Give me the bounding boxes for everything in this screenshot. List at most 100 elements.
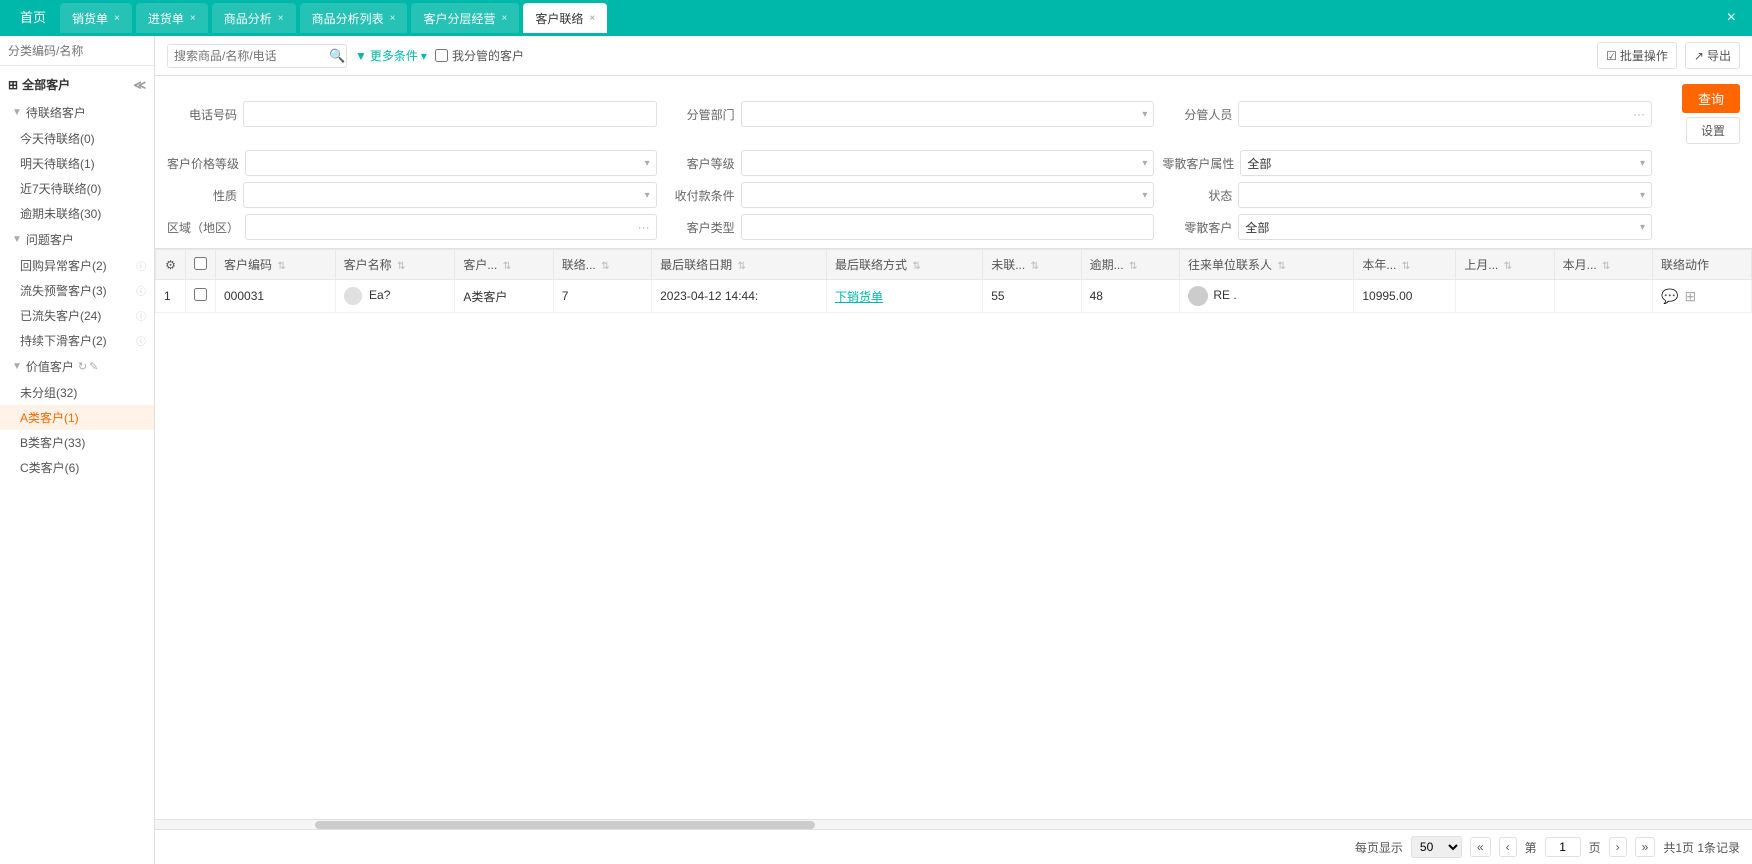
filter-select-manager[interactable]: ··· (1238, 101, 1652, 127)
info-icon: ⓘ (136, 283, 146, 298)
chevron-down-icon: ▾ (1640, 222, 1645, 233)
col-overdue: 逾期... ⇅ (1081, 250, 1179, 280)
sidebar-item-overdue[interactable]: 逾期未联络(30) (0, 201, 154, 226)
sort-icon[interactable]: ⇅ (277, 261, 285, 272)
filter-select-dept[interactable]: ▾ (741, 101, 1155, 127)
nav-tab-purchase[interactable]: 进货单 × (136, 3, 208, 33)
sort-icon[interactable]: ⇅ (912, 261, 920, 272)
table-container: ⚙ 客户编码 ⇅ 客户名称 ⇅ 客户... ⇅ (155, 249, 1752, 819)
filter-label-region: 区域（地区） (167, 219, 239, 236)
export-icon: ↗ (1694, 49, 1704, 63)
last-contact-link[interactable]: 下销货单 (835, 290, 883, 304)
nav-tab-customer-segment[interactable]: 客户分层经营 × (411, 3, 519, 33)
sidebar-item-today[interactable]: 今天待联络(0) (0, 126, 154, 151)
search-icon[interactable]: 🔍 (329, 48, 345, 64)
sidebar-item-class-c[interactable]: C类客户(6) (0, 455, 154, 480)
filter-manager: 分管人员 ··· (1162, 101, 1652, 127)
row-last-contact-method[interactable]: 下销货单 (827, 280, 983, 313)
sort-icon[interactable]: ⇅ (1031, 261, 1039, 272)
row-contact-num: 7 (553, 280, 651, 313)
refresh-icon[interactable]: ↻ (78, 360, 87, 373)
sort-icon[interactable]: ⇅ (397, 261, 405, 272)
select-all-checkbox[interactable] (194, 257, 207, 270)
filter-select-region[interactable]: ··· (245, 214, 657, 240)
sort-icon[interactable]: ⇅ (503, 261, 511, 272)
close-icon[interactable]: × (390, 13, 396, 24)
first-page-button[interactable]: « (1470, 837, 1491, 857)
close-icon[interactable]: × (190, 13, 196, 24)
nav-home[interactable]: 首页 (8, 0, 58, 36)
filter-select-price-grade[interactable]: ▾ (245, 150, 657, 176)
table-settings-col[interactable]: ⚙ (156, 250, 186, 280)
filter-select-scatter-attr[interactable]: 全部 ▾ (1240, 150, 1652, 176)
nav-tab-product-analysis[interactable]: 商品分析 × (212, 3, 296, 33)
pagination: 每页显示 50 100 200 « ‹ 第 页 › » 共1页 1条记录 (155, 829, 1752, 864)
horizontal-scrollbar[interactable] (155, 819, 1752, 829)
more-filter-button[interactable]: ▼ 更多条件 ▾ (355, 47, 427, 64)
sort-icon[interactable]: ⇅ (737, 261, 745, 272)
chevron-down-icon: ▾ (1142, 190, 1147, 201)
scrollbar-thumb[interactable] (315, 821, 815, 829)
batch-operation-button[interactable]: ☑ 批量操作 (1597, 42, 1677, 69)
sidebar-group-value[interactable]: ▼ 价值客户 ↻ ✎ (0, 353, 154, 380)
sort-icon[interactable]: ⇅ (1129, 261, 1137, 272)
sidebar-group-pending[interactable]: ▼ 待联络客户 (0, 99, 154, 126)
sidebar-item-ungrouped[interactable]: 未分组(32) (0, 380, 154, 405)
nav-tab-sales[interactable]: 销货单 × (60, 3, 132, 33)
qr-icon[interactable]: ⊞ (1684, 288, 1696, 305)
filter-select-nature[interactable]: ▾ (243, 182, 657, 208)
search-box[interactable]: 🔍 (167, 44, 347, 68)
close-all-button[interactable]: × (1719, 9, 1744, 27)
sort-icon[interactable]: ⇅ (1504, 261, 1512, 272)
filter-input-customer-type[interactable] (741, 214, 1155, 240)
row-checkbox[interactable] (194, 288, 207, 301)
sidebar-item-churn-warning[interactable]: 流失预警客户(3) ⓘ (0, 278, 154, 303)
sort-icon[interactable]: ⇅ (1277, 261, 1285, 272)
query-button[interactable]: 查询 (1682, 84, 1740, 113)
row-name: Ea? (335, 280, 455, 313)
sidebar-item-declining[interactable]: 持续下滑客户(2) ⓘ (0, 328, 154, 353)
sidebar-item-tomorrow[interactable]: 明天待联络(1) (0, 151, 154, 176)
prev-page-button[interactable]: ‹ (1499, 837, 1517, 857)
chat-icon[interactable]: 💬 (1661, 288, 1678, 305)
last-page-button[interactable]: » (1635, 837, 1656, 857)
filter-panel: 电话号码 分管部门 ▾ 分管人员 ··· (155, 76, 1752, 249)
filter-select-status[interactable]: ▾ (1238, 182, 1652, 208)
setting-button[interactable]: 设置 (1686, 117, 1740, 144)
sort-icon[interactable]: ⇅ (1602, 261, 1610, 272)
sidebar-item-class-b[interactable]: B类客户(33) (0, 430, 154, 455)
sort-icon[interactable]: ⇅ (601, 261, 609, 272)
edit-icon[interactable]: ✎ (89, 360, 98, 373)
page-input[interactable] (1545, 837, 1581, 857)
sort-icon[interactable]: ⇅ (1402, 261, 1410, 272)
filter-label-scatter-attr: 零散客户属性 (1162, 155, 1234, 172)
search-input[interactable] (174, 49, 329, 63)
sidebar-item-class-a[interactable]: A类客户(1) (0, 405, 154, 430)
sidebar-search-input[interactable] (8, 44, 155, 58)
sidebar-all-customers[interactable]: ⊞ 全部客户 ≪ (0, 70, 154, 99)
sidebar-item-abnormal-repurchase[interactable]: 回购异常客户(2) ⓘ (0, 253, 154, 278)
nav-tab-customer-contact[interactable]: 客户联络 × (523, 3, 607, 33)
filter-label-customer-grade: 客户等级 (665, 155, 735, 172)
close-icon[interactable]: × (278, 13, 284, 24)
collapse-icon[interactable]: ≪ (133, 78, 146, 92)
filter-select-scatter-customer[interactable]: 全部 ▾ (1238, 214, 1652, 240)
filter-select-payment[interactable]: ▾ (741, 182, 1155, 208)
close-icon[interactable]: × (501, 13, 507, 24)
sidebar-item-churned[interactable]: 已流失客户(24) ⓘ (0, 303, 154, 328)
close-icon[interactable]: × (589, 13, 595, 24)
nav-tab-product-list[interactable]: 商品分析列表 × (300, 3, 408, 33)
per-page-select[interactable]: 50 100 200 (1411, 836, 1462, 858)
filter-input-phone[interactable] (243, 101, 657, 127)
table-checkbox-col[interactable] (186, 250, 216, 280)
row-checkbox-cell[interactable] (186, 280, 216, 313)
page-total-label: 页 (1589, 839, 1601, 856)
sidebar-group-problem[interactable]: ▼ 问题客户 (0, 226, 154, 253)
export-button[interactable]: ↗ 导出 (1685, 42, 1740, 69)
close-icon[interactable]: × (114, 13, 120, 24)
next-page-button[interactable]: › (1609, 837, 1627, 857)
my-customer-check[interactable] (435, 49, 448, 62)
filter-select-customer-grade[interactable]: ▾ (741, 150, 1155, 176)
my-customer-checkbox[interactable]: 我分管的客户 (435, 47, 524, 64)
sidebar-item-7days[interactable]: 近7天待联络(0) (0, 176, 154, 201)
